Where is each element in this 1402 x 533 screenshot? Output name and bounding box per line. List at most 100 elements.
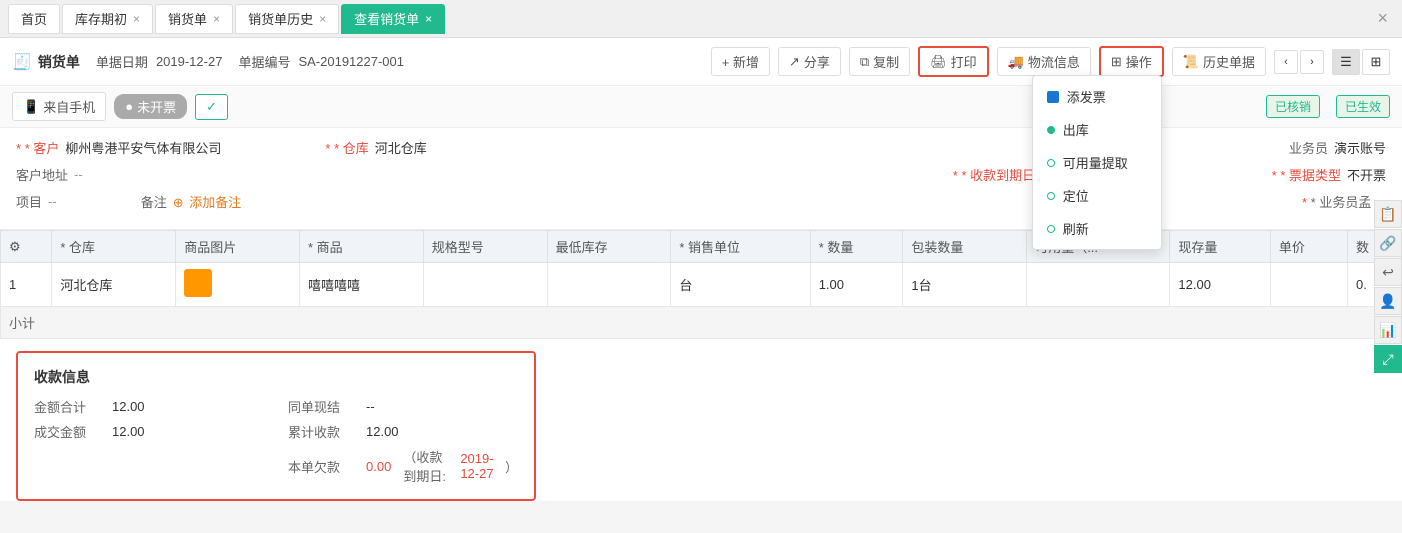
table-section: ⚙ * 仓库 商品图片 * 商品 规格型号 最低库存 * 销售单位 * 数量 包… [0,230,1402,339]
confirm-icon: ✓ [206,99,217,115]
due-note-end: ） [505,457,518,476]
salesperson-field: 业务员 演示账号 [1289,138,1386,157]
payment-info-box: 收款信息 金额合计 12.00 同单现结 -- 成交金额 12.00 累计收款 … [16,351,536,501]
dropdown-available-qty[interactable]: 可用量提取 [1033,146,1161,179]
form-row-1: * * 客户 柳州粤港平安气体有限公司 * * 仓库 河北仓库 业务员 演示账号 [16,138,1386,157]
tab-sales-label: 销货单 [168,9,207,28]
project-field: 项目 -- [16,192,57,211]
col-price: 单价 [1270,231,1347,263]
operation-dropdown: 添发票 出库 可用量提取 定位 [1032,75,1162,250]
note-add-btn[interactable]: ⊕ 添加备注 [173,192,242,211]
doc-icon: 🧾 [12,52,32,72]
tab-sales-order[interactable]: 销货单 × [155,4,233,34]
same-order-label: 同单现结 [288,397,358,416]
total-amount-label: 金额合计 [34,397,104,416]
sidebar-link-icon[interactable]: 🔗 [1374,229,1402,257]
col-stock: 现存量 [1170,231,1270,263]
biz-label: * * 业务员孟 [1302,192,1371,211]
cell-num: 1 [1,263,52,307]
doc-title: 🧾 销货单 [12,52,80,72]
tab-inventory-label: 库存期初 [75,9,127,28]
cumulative-label: 累计收款 [288,422,358,441]
view-buttons: ☰ ⊞ [1332,49,1390,75]
ticket-status-btn[interactable]: ● 未开票 [114,94,187,119]
history-button[interactable]: 📜 历史单据 [1172,47,1266,76]
cell-qty: 1.00 [810,263,903,307]
doc-date-value: 2019-12-27 [156,54,223,69]
ticket-icon: ● [125,99,133,114]
col-sales-unit: * 销售单位 [671,231,810,263]
grid-view-btn[interactable]: ⊞ [1362,49,1390,75]
sidebar-copy-icon[interactable]: 📋 [1374,200,1402,228]
share-icon: ↗ [789,54,800,70]
due-amount-label: 本单欠款 [288,457,358,476]
due-date: 2019-12-27 [460,451,497,481]
tab-history-label: 销货单历史 [248,9,313,28]
dropdown-refresh[interactable]: 刷新 [1033,212,1161,245]
logistics-button[interactable]: 🚚 物流信息 [997,47,1091,76]
next-arrow[interactable]: › [1300,50,1324,74]
ticket-type-field: * * 票据类型 不开票 [1272,165,1386,184]
doc-meta: 单据日期 2019-12-27 单据编号 SA-20191227-001 [96,52,404,71]
locate-icon [1047,192,1055,200]
sidebar-expand-icon[interactable]: ⤢ [1374,345,1402,373]
tab-inventory-open[interactable]: 库存期初 × [62,4,153,34]
data-table: ⚙ * 仓库 商品图片 * 商品 规格型号 最低库存 * 销售单位 * 数量 包… [0,230,1402,339]
sidebar-chart-icon[interactable]: 📊 [1374,316,1402,344]
operation-button[interactable]: ⊞ 操作 添发票 出库 可用量提取 [1099,46,1164,77]
doc-date-label: 单据日期 2019-12-27 [96,52,223,71]
customer-label: * * 客户 [16,138,59,157]
main-content: 🧾 销货单 单据日期 2019-12-27 单据编号 SA-20191227-0… [0,38,1402,501]
due-note: （收款到期日: [403,447,448,485]
customer-value: 柳州粤港平安气体有限公司 [65,138,221,157]
print-button[interactable]: 🖨 打印 [918,46,989,77]
deal-amount-value: 12.00 [112,424,145,439]
subtotal-row: 小计 [1,307,1402,339]
window-close-icon[interactable]: × [1377,8,1388,29]
tab-history-close[interactable]: × [319,12,326,26]
due-amount-row: 本单欠款 0.00 （收款到期日: 2019-12-27 ） [288,447,518,485]
col-qty: * 数量 [810,231,903,263]
cell-stock: 12.00 [1170,263,1270,307]
action-row: 📱 来自手机 ● 未开票 ✓ 已核销 已生效 [0,86,1402,128]
ticket-type-label: * * 票据类型 [1272,165,1341,184]
doc-header: 🧾 销货单 单据日期 2019-12-27 单据编号 SA-20191227-0… [0,38,1402,86]
same-order-row: 同单现结 -- [288,397,518,416]
tab-sales-history[interactable]: 销货单历史 × [235,4,339,34]
project-value: -- [48,194,57,209]
sidebar-undo-icon[interactable]: ↩ [1374,258,1402,286]
copy-button[interactable]: ⧉ 复制 [849,47,910,76]
form-row-2: 客户地址 -- * * 收款到期日 2019-12-27 * * 票据类型 不开… [16,165,1386,184]
sold-badge: 已核销 [1266,95,1320,118]
print-icon: 🖨 [930,54,947,70]
share-button[interactable]: ↗ 分享 [778,47,841,76]
confirm-btn[interactable]: ✓ [195,94,228,120]
sidebar-user-icon[interactable]: 👤 [1374,287,1402,315]
cell-price [1270,263,1347,307]
phone-btn[interactable]: 📱 来自手机 [12,92,106,121]
tab-sales-close[interactable]: × [213,12,220,26]
address-field: 客户地址 -- [16,165,83,184]
payment-info-title: 收款信息 [34,367,518,387]
dropdown-warehouse-out[interactable]: 出库 [1033,113,1161,146]
col-spec: 规格型号 [423,231,547,263]
doc-title-text: 销货单 [38,52,80,72]
tab-view-sales[interactable]: 查看销货单 × [341,4,445,34]
dropdown-add-invoice[interactable]: 添发票 [1033,80,1161,113]
cell-product: 嘻嘻嘻嘻 [299,263,423,307]
prev-arrow[interactable]: ‹ [1274,50,1298,74]
tab-home[interactable]: 首页 [8,4,60,34]
list-view-btn[interactable]: ☰ [1332,49,1360,75]
tab-inventory-close[interactable]: × [133,12,140,26]
deal-amount-label: 成交金额 [34,422,104,441]
right-sidebar: 📋 🔗 ↩ 👤 📊 ⤢ [1374,200,1402,373]
cumulative-row: 累计收款 12.00 [288,422,518,441]
dropdown-locate[interactable]: 定位 [1033,179,1161,212]
tab-view-close[interactable]: × [425,12,432,26]
tab-home-label: 首页 [21,9,47,28]
customer-field: * * 客户 柳州粤港平安气体有限公司 [16,138,221,157]
history-icon: 📜 [1183,54,1199,70]
plus-icon: ⊕ [173,195,184,210]
add-button[interactable]: + 新增 [711,47,770,76]
cell-spec [423,263,547,307]
